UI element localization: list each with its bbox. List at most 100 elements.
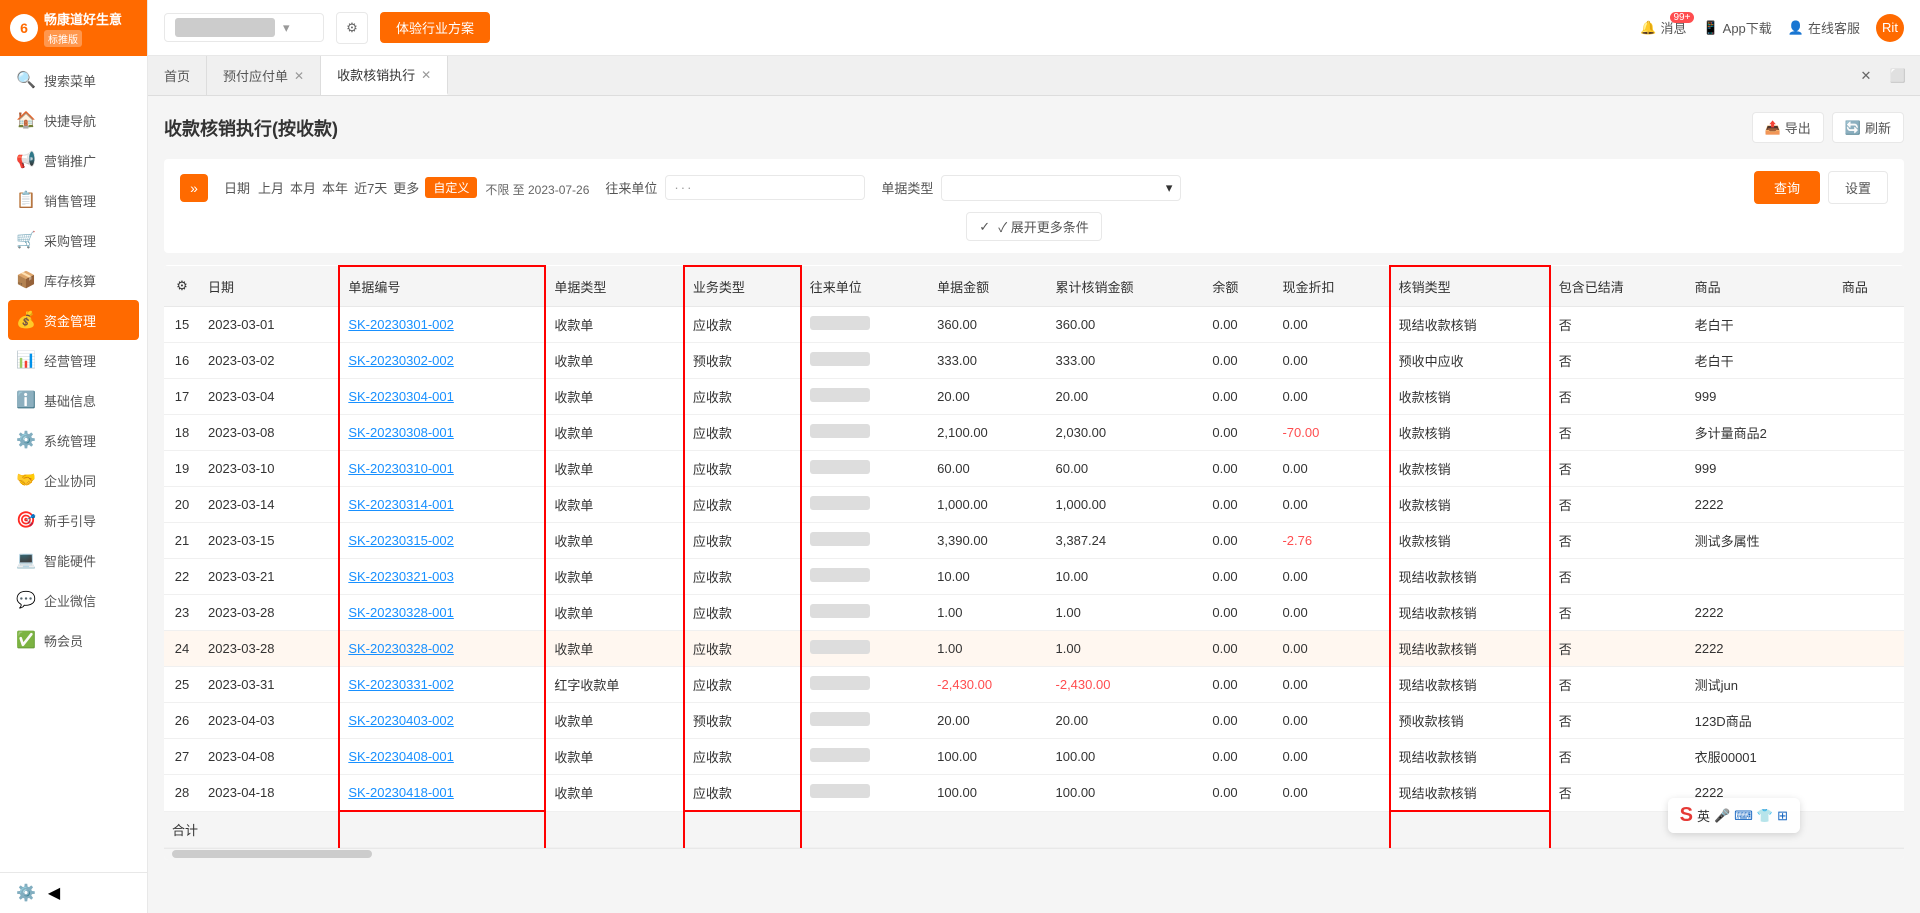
tab-receive[interactable]: 收款核销执行 ✕: [321, 56, 448, 95]
sidebar-item-hardware[interactable]: 💻 智能硬件: [0, 540, 147, 580]
footer-discount: [1274, 811, 1389, 847]
th-amount[interactable]: 单据金额: [929, 266, 1047, 307]
cell-order-no: SK-20230331-002: [339, 667, 545, 703]
table-row: 282023-04-18 SK-20230418-001 收款单 应收款 100…: [164, 775, 1904, 812]
cell-verified: 1,000.00: [1048, 487, 1205, 523]
th-partner[interactable]: 往来单位: [801, 266, 929, 307]
notification-btn[interactable]: 🔔 消息 99+: [1640, 18, 1686, 37]
scrollbar-thumb[interactable]: [172, 850, 372, 858]
tab-receive-close[interactable]: ✕: [421, 68, 431, 82]
settings-gear-icon[interactable]: ⚙️: [16, 883, 36, 903]
date-this-year[interactable]: 本年: [322, 178, 348, 197]
sidebar-item-operations[interactable]: 📊 经营管理: [0, 340, 147, 380]
order-no-link[interactable]: SK-20230418-001: [348, 785, 454, 800]
tab-prepay[interactable]: 预付应付单 ✕: [207, 56, 321, 95]
customer-service-btn[interactable]: 👤 在线客服: [1788, 18, 1860, 37]
cell-no: 28: [164, 775, 200, 812]
order-no-link[interactable]: SK-20230301-002: [348, 317, 454, 332]
sidebar-item-wechat[interactable]: 💬 企业微信: [0, 580, 147, 620]
th-biz-type[interactable]: 业务类型: [684, 266, 801, 307]
filter-settings-btn[interactable]: 设置: [1828, 171, 1888, 204]
th-balance[interactable]: 余额: [1204, 266, 1274, 307]
tab-prepay-close[interactable]: ✕: [294, 69, 304, 83]
cell-date: 2023-03-15: [200, 523, 339, 559]
sidebar-item-basics[interactable]: ℹ️ 基础信息: [0, 380, 147, 420]
order-no-link[interactable]: SK-20230408-001: [348, 749, 454, 764]
order-no-link[interactable]: SK-20230302-002: [348, 353, 454, 368]
order-no-link[interactable]: SK-20230314-001: [348, 497, 454, 512]
cell-no: 16: [164, 343, 200, 379]
tab-close-all-btn[interactable]: ✕: [1852, 62, 1880, 90]
cell-verify-type: 预收款核销: [1390, 703, 1550, 739]
order-no-link[interactable]: SK-20230304-001: [348, 389, 454, 404]
sidebar-item-enterprise[interactable]: 🤝 企业协同: [0, 460, 147, 500]
topbar-industry-btn[interactable]: 体验行业方案: [380, 12, 490, 43]
th-order-no[interactable]: 单据编号: [339, 266, 545, 307]
th-product2[interactable]: 商品: [1834, 266, 1904, 307]
order-no-link[interactable]: SK-20230328-002: [348, 641, 454, 656]
sidebar-item-quick-nav[interactable]: 🏠 快捷导航: [0, 100, 147, 140]
order-no-link[interactable]: SK-20230321-003: [348, 569, 454, 584]
cell-order-no: SK-20230301-002: [339, 307, 545, 343]
order-no-link[interactable]: SK-20230310-001: [348, 461, 454, 476]
tab-maximize-btn[interactable]: ⬜: [1884, 62, 1912, 90]
th-discount[interactable]: 现金折扣: [1274, 266, 1389, 307]
cell-included: 否: [1550, 559, 1687, 595]
date-this-month[interactable]: 本月: [290, 178, 316, 197]
cell-biz-type: 应收款: [684, 739, 801, 775]
cell-order-type: 收款单: [545, 703, 684, 739]
order-type-select[interactable]: ▾: [941, 175, 1181, 201]
cell-date: 2023-03-21: [200, 559, 339, 595]
th-settings[interactable]: ⚙: [164, 266, 200, 307]
order-no-link[interactable]: SK-20230403-002: [348, 713, 454, 728]
date-7days[interactable]: 近7天: [354, 178, 387, 197]
topbar-gear-btn[interactable]: ⚙: [336, 12, 368, 44]
cell-balance: 0.00: [1204, 667, 1274, 703]
order-no-link[interactable]: SK-20230308-001: [348, 425, 454, 440]
sidebar-item-member[interactable]: ✅ 畅会员: [0, 620, 147, 660]
home-icon: 🏠: [16, 110, 36, 130]
cell-product1: [1687, 559, 1834, 595]
order-no-link[interactable]: SK-20230315-002: [348, 533, 454, 548]
cell-partner: [801, 379, 929, 415]
sidebar-item-marketing[interactable]: 📢 营销推广: [0, 140, 147, 180]
sidebar-item-sales[interactable]: 📋 销售管理: [0, 180, 147, 220]
th-included[interactable]: 包含已结清: [1550, 266, 1687, 307]
th-verified[interactable]: 累计核销金额: [1048, 266, 1205, 307]
sidebar-item-inventory[interactable]: 📦 库存核算: [0, 260, 147, 300]
cell-order-no: SK-20230418-001: [339, 775, 545, 812]
user-avatar[interactable]: Rit: [1876, 14, 1904, 42]
date-more[interactable]: 更多: [393, 178, 419, 197]
cell-verify-type: 现结收款核销: [1390, 775, 1550, 812]
th-date[interactable]: 日期: [200, 266, 339, 307]
sidebar-item-search[interactable]: 🔍 搜索菜单: [0, 60, 147, 100]
tab-home[interactable]: 首页: [148, 56, 207, 95]
app-download-btn[interactable]: 📱 App下载: [1702, 18, 1771, 37]
export-btn[interactable]: 📤 导出: [1752, 112, 1824, 143]
sidebar-item-purchase[interactable]: 🛒 采购管理: [0, 220, 147, 260]
date-last-month[interactable]: 上月: [258, 178, 284, 197]
date-custom[interactable]: 自定义: [425, 177, 477, 198]
topbar-right: 🔔 消息 99+ 📱 App下载 👤 在线客服 Rit: [1640, 14, 1904, 42]
refresh-btn[interactable]: 🔄 刷新: [1832, 112, 1904, 143]
filter-expand-btn[interactable]: »: [180, 174, 208, 202]
cell-amount: 3,390.00: [929, 523, 1047, 559]
sidebar-item-system[interactable]: ⚙️ 系统管理: [0, 420, 147, 460]
partner-input[interactable]: ···: [665, 175, 865, 200]
th-order-type[interactable]: 单据类型: [545, 266, 684, 307]
collapse-icon[interactable]: ◀: [48, 883, 60, 903]
order-no-link[interactable]: SK-20230328-001: [348, 605, 454, 620]
sidebar-item-finance[interactable]: 💰 资金管理: [8, 300, 139, 340]
th-product1[interactable]: 商品: [1687, 266, 1834, 307]
th-verify-type[interactable]: 核销类型: [1390, 266, 1550, 307]
order-no-link[interactable]: SK-20230331-002: [348, 677, 454, 692]
cell-product1: 999: [1687, 379, 1834, 415]
workspace-selector[interactable]: 畅康道好生意 ▾: [164, 13, 324, 42]
cell-no: 26: [164, 703, 200, 739]
query-btn[interactable]: 查询: [1754, 171, 1820, 204]
filter-date-item: 日期 上月 本月 本年 近7天 更多 自定义 不限 至 2023-07-26: [224, 177, 589, 198]
expand-more-btn[interactable]: ✓ ✓ 展开更多条件: [966, 212, 1101, 241]
cell-no: 19: [164, 451, 200, 487]
sidebar-item-guide[interactable]: 🎯 新手引导: [0, 500, 147, 540]
cell-partner: [801, 559, 929, 595]
